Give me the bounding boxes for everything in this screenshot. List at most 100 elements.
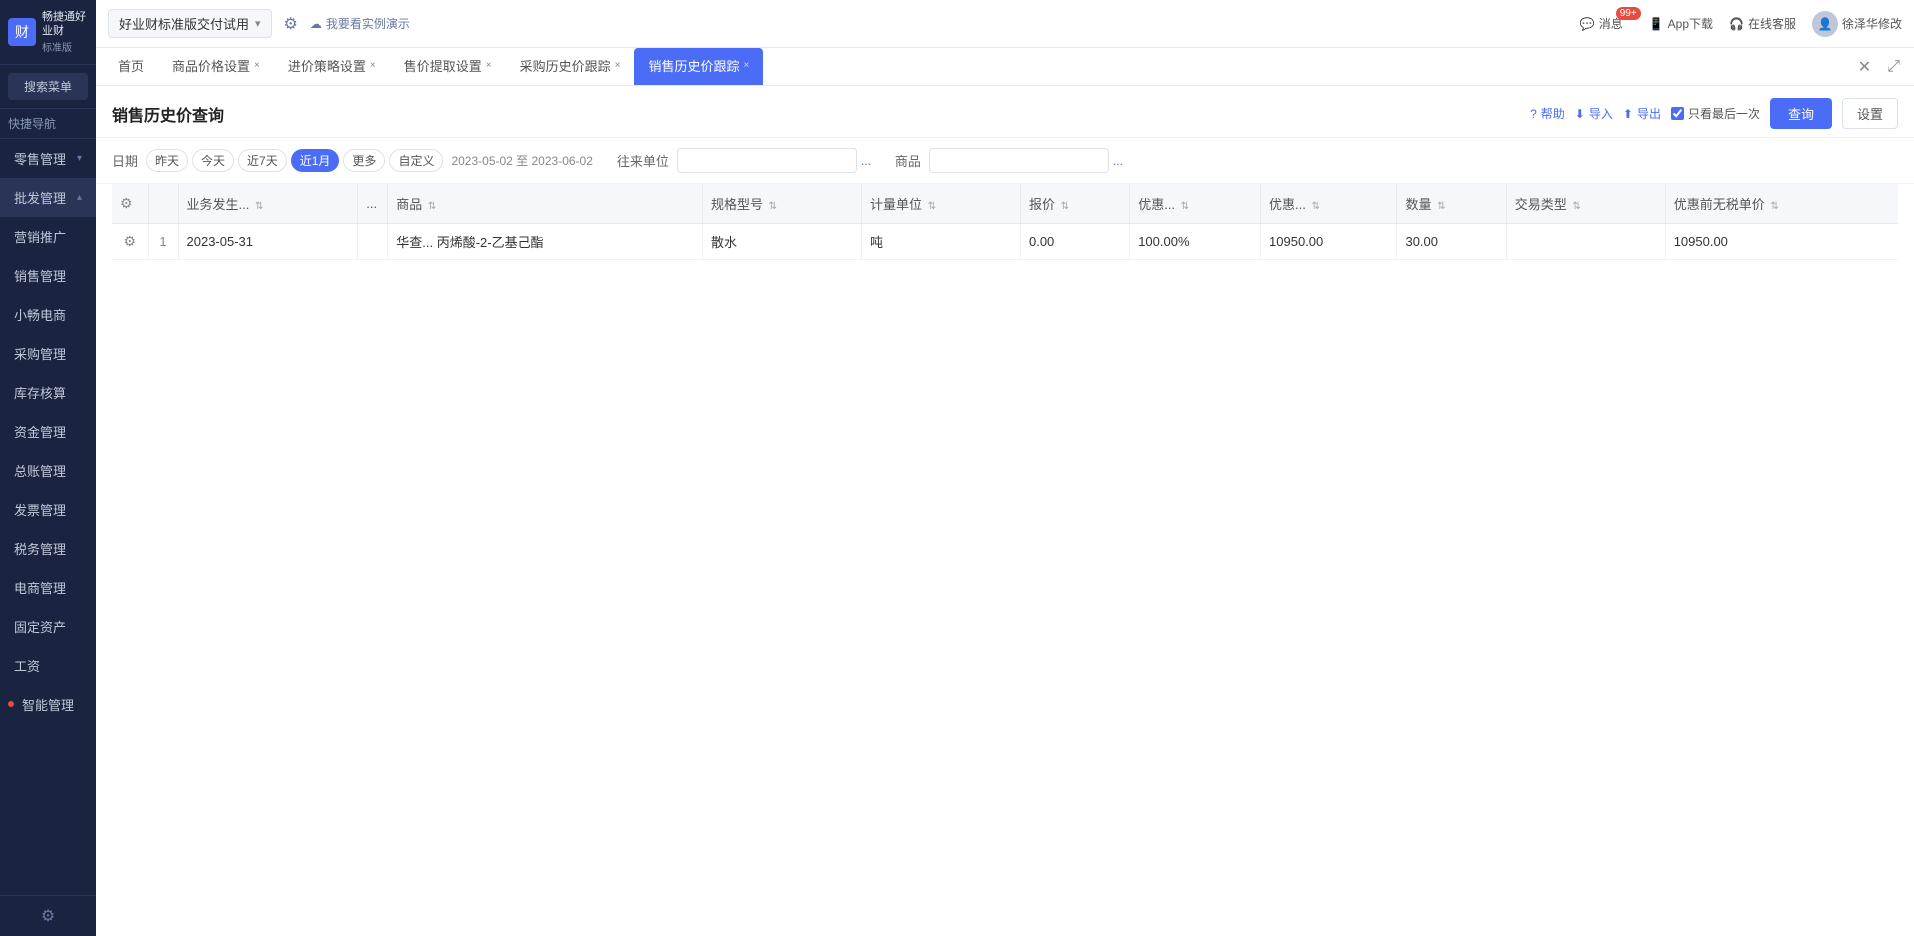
message-badge: 99+ [1616,7,1641,20]
main-area: 好业财标准版交付试用 ▾ ⚙ ☁ 我要看实例演示 💬 消息 99+ 📱 App下… [96,0,1914,936]
filter-row: 日期 昨天 今天 近7天 近1月 更多 自定义 2023-05-02 至 202… [96,138,1914,184]
cloud-icon: ☁ [310,17,322,31]
col-qty[interactable]: 数量 ⇅ [1397,184,1506,224]
col-more[interactable]: ... [358,184,388,224]
table-row[interactable]: ⚙ 1 2023-05-31 华查... 丙烯酸-2-乙基己酯 散水 吨 0.0… [112,224,1898,260]
service-label: 在线客服 [1748,15,1796,32]
sidebar-item-purchase[interactable]: 采购管理 [0,334,96,373]
import-button[interactable]: ⬇ 导入 [1575,105,1613,122]
tab-label: 商品价格设置 [172,56,250,75]
date-custom[interactable]: 自定义 [389,149,443,172]
tab-pricing-strategy[interactable]: 进价策略设置 × [274,48,390,85]
sidebar-item-retail[interactable]: 零售管理 ▾ [0,139,96,178]
tab-price-settings[interactable]: 商品价格设置 × [158,48,274,85]
expand-tab-button[interactable]: ⤢ [1881,55,1906,79]
partner-input-group: ... [677,148,871,173]
module-label: 好业财标准版交付试用 [119,14,249,33]
row-discount2: 10950.00 [1261,224,1397,260]
export-label: 导出 [1637,105,1661,122]
only-last-input[interactable] [1671,107,1684,120]
topbar-settings-icon[interactable]: ⚙ [284,14,298,34]
tab-bar: 首页 商品价格设置 × 进价策略设置 × 售价提取设置 × 采购历史价跟踪 × … [96,48,1914,86]
col-discount2[interactable]: 优惠... ⇅ [1261,184,1397,224]
sidebar-item-inventory[interactable]: 库存核算 [0,373,96,412]
sidebar-item-label: 批发管理 [14,188,66,207]
sidebar-item-sales[interactable]: 销售管理 [0,256,96,295]
sidebar-item-ec-mgmt[interactable]: 电商管理 [0,568,96,607]
query-button[interactable]: 查询 [1770,98,1832,129]
search-menu-button[interactable]: 搜索菜单 [8,73,88,100]
sidebar-item-wholesale[interactable]: 批发管理 ▴ [0,178,96,217]
module-selector[interactable]: 好业财标准版交付试用 ▾ [108,9,272,38]
row-discount1: 100.00% [1130,224,1261,260]
help-button[interactable]: ? 帮助 [1530,105,1565,122]
col-date[interactable]: 业务发生... ⇅ [178,184,358,224]
avatar: 👤 [1812,11,1838,37]
sort-icon: ⇅ [255,201,263,212]
sidebar-item-label: 税务管理 [14,539,66,558]
user-menu[interactable]: 👤 徐泽华修改 [1812,11,1902,37]
col-txn-type[interactable]: 交易类型 ⇅ [1506,184,1665,224]
close-icon[interactable]: × [743,60,749,71]
sidebar-item-label: 销售管理 [14,266,66,285]
app-download-button[interactable]: 📱 App下载 [1649,15,1713,32]
close-icon[interactable]: × [370,60,376,71]
product-input[interactable] [929,148,1109,173]
row-pretax-price: 10950.00 [1665,224,1898,260]
sidebar-item-marketing[interactable]: 营销推广 [0,217,96,256]
only-last-checkbox[interactable]: 只看最后一次 [1671,105,1760,122]
sidebar-item-tax[interactable]: 税务管理 [0,529,96,568]
product-more-button[interactable]: ... [1113,154,1123,168]
date-last7[interactable]: 近7天 [238,149,287,172]
date-more[interactable]: 更多 [343,149,385,172]
col-discount1-label: 优惠... [1138,197,1175,212]
tab-price-extract[interactable]: 售价提取设置 × [390,48,506,85]
export-icon: ⬆ [1623,107,1633,121]
sidebar-item-salary[interactable]: 工资 [0,646,96,685]
export-button[interactable]: ⬆ 导出 [1623,105,1661,122]
col-price[interactable]: 报价 ⇅ [1020,184,1129,224]
close-tab-button[interactable]: ✕ [1852,55,1877,79]
tab-purchase-history[interactable]: 采购历史价跟踪 × [506,48,635,85]
close-icon[interactable]: × [254,60,260,71]
sidebar-item-invoice[interactable]: 发票管理 [0,490,96,529]
tab-sales-history[interactable]: 销售历史价跟踪 × [634,48,763,85]
app-icon: 📱 [1649,17,1664,31]
col-unit[interactable]: 计量单位 ⇅ [861,184,1020,224]
sort-icon: ⇅ [1181,201,1189,212]
sidebar-item-label: 电商管理 [14,578,66,597]
demo-button[interactable]: ☁ 我要看实例演示 [310,15,410,32]
sidebar-item-smart[interactable]: 智能管理 [0,685,96,724]
col-gear[interactable]: ⚙ [112,184,148,224]
sidebar-item-ecommerce[interactable]: 小畅电商 [0,295,96,334]
partner-input[interactable] [677,148,857,173]
online-service-button[interactable]: 🎧 在线客服 [1729,15,1796,32]
gear-icon[interactable]: ⚙ [120,195,133,211]
page-title: 销售历史价查询 [112,102,224,126]
sidebar: 财 畅捷通好业财 标准版 搜索菜单 快捷导航 零售管理 ▾ 批发管理 ▴ 营销推… [0,0,96,936]
partner-more-button[interactable]: ... [861,154,871,168]
settings-icon[interactable]: ⚙ [41,906,55,926]
sidebar-item-finance[interactable]: 资金管理 [0,412,96,451]
sidebar-search-area[interactable]: 搜索菜单 [0,65,96,109]
col-spec[interactable]: 规格型号 ⇅ [702,184,861,224]
sidebar-quicknav[interactable]: 快捷导航 [0,109,96,139]
date-last1month[interactable]: 近1月 [291,149,340,172]
close-icon[interactable]: × [615,60,621,71]
sidebar-item-ledger[interactable]: 总账管理 [0,451,96,490]
tab-home[interactable]: 首页 [104,48,158,85]
col-pretax-price[interactable]: 优惠前无税单价 ⇅ [1665,184,1898,224]
page-settings-button[interactable]: 设置 [1842,98,1898,129]
date-today[interactable]: 今天 [192,149,234,172]
close-icon[interactable]: × [486,60,492,71]
sidebar-item-label: 库存核算 [14,383,66,402]
col-discount2-label: 优惠... [1269,197,1306,212]
date-yesterday[interactable]: 昨天 [146,149,188,172]
sidebar-item-label: 总账管理 [14,461,66,480]
message-button[interactable]: 💬 消息 99+ [1580,15,1633,32]
row-gear[interactable]: ⚙ [112,224,148,260]
gear-icon[interactable]: ⚙ [123,233,136,249]
sidebar-item-fixed-assets[interactable]: 固定资产 [0,607,96,646]
col-product[interactable]: 商品 ⇅ [388,184,703,224]
col-discount1[interactable]: 优惠... ⇅ [1130,184,1261,224]
